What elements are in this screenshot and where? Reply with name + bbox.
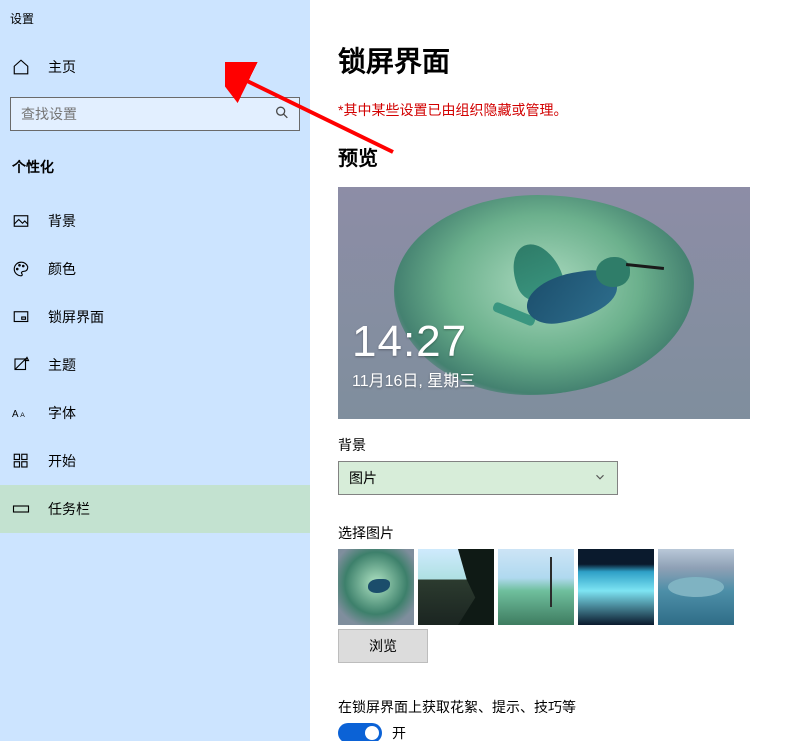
- toggle-state-label: 开: [392, 723, 406, 741]
- thumbnail-1[interactable]: [338, 549, 414, 625]
- sidebar-item-fonts[interactable]: AA 字体: [0, 389, 310, 437]
- choose-picture-label: 选择图片: [338, 523, 812, 543]
- app-title: 设置: [0, 6, 310, 45]
- thumbnail-4[interactable]: [578, 549, 654, 625]
- background-dropdown[interactable]: 图片: [338, 461, 618, 495]
- theme-icon: [12, 356, 30, 374]
- sidebar: 设置 主页 个性化 背景 颜色 锁屏界面: [0, 0, 310, 741]
- chevron-down-icon: [593, 470, 607, 487]
- sidebar-item-label: 字体: [48, 403, 76, 423]
- font-icon: AA: [12, 404, 30, 422]
- preview-time: 14:27: [352, 317, 467, 367]
- org-managed-warning: *其中某些设置已由组织隐藏或管理。: [338, 100, 812, 120]
- sidebar-item-lockscreen[interactable]: 锁屏界面: [0, 293, 310, 341]
- lockscreen-preview: 14:27 11月16日, 星期三: [338, 187, 750, 419]
- sidebar-item-label: 背景: [48, 211, 76, 231]
- page-title: 锁屏界面: [338, 40, 812, 80]
- background-label: 背景: [338, 435, 812, 455]
- sidebar-item-label: 颜色: [48, 259, 76, 279]
- taskbar-icon: [12, 500, 30, 518]
- sidebar-item-colors[interactable]: 颜色: [0, 245, 310, 293]
- browse-button[interactable]: 浏览: [338, 629, 428, 663]
- search-input[interactable]: [10, 97, 300, 131]
- sidebar-item-start[interactable]: 开始: [0, 437, 310, 485]
- home-nav[interactable]: 主页: [0, 45, 310, 89]
- sidebar-item-label: 任务栏: [48, 499, 90, 519]
- main-content: 锁屏界面 *其中某些设置已由组织隐藏或管理。 预览 14:27 11月16日, …: [310, 0, 812, 741]
- thumbnail-5[interactable]: [658, 549, 734, 625]
- dropdown-selected: 图片: [349, 468, 377, 488]
- sidebar-item-taskbar[interactable]: 任务栏: [0, 485, 310, 533]
- browse-label: 浏览: [369, 636, 397, 656]
- svg-text:A: A: [20, 412, 25, 419]
- category-header: 个性化: [0, 149, 310, 197]
- preview-date: 11月16日, 星期三: [352, 367, 475, 391]
- image-icon: [12, 212, 30, 230]
- lockscreen-icon: [12, 308, 30, 326]
- search-box: [10, 97, 300, 131]
- picture-thumbnails: [338, 549, 812, 625]
- sidebar-item-label: 开始: [48, 451, 76, 471]
- home-icon: [12, 58, 30, 76]
- thumbnail-3[interactable]: [498, 549, 574, 625]
- home-label: 主页: [48, 57, 76, 77]
- sidebar-item-label: 主题: [48, 355, 76, 375]
- preview-section-label: 预览: [338, 142, 812, 171]
- tips-toggle[interactable]: [338, 723, 382, 741]
- sidebar-item-background[interactable]: 背景: [0, 197, 310, 245]
- palette-icon: [12, 260, 30, 278]
- svg-text:A: A: [12, 409, 19, 420]
- thumbnail-2[interactable]: [418, 549, 494, 625]
- tips-toggle-label: 在锁屏界面上获取花絮、提示、技巧等: [338, 697, 812, 717]
- sidebar-item-themes[interactable]: 主题: [0, 341, 310, 389]
- sidebar-item-label: 锁屏界面: [48, 307, 104, 327]
- start-icon: [12, 452, 30, 470]
